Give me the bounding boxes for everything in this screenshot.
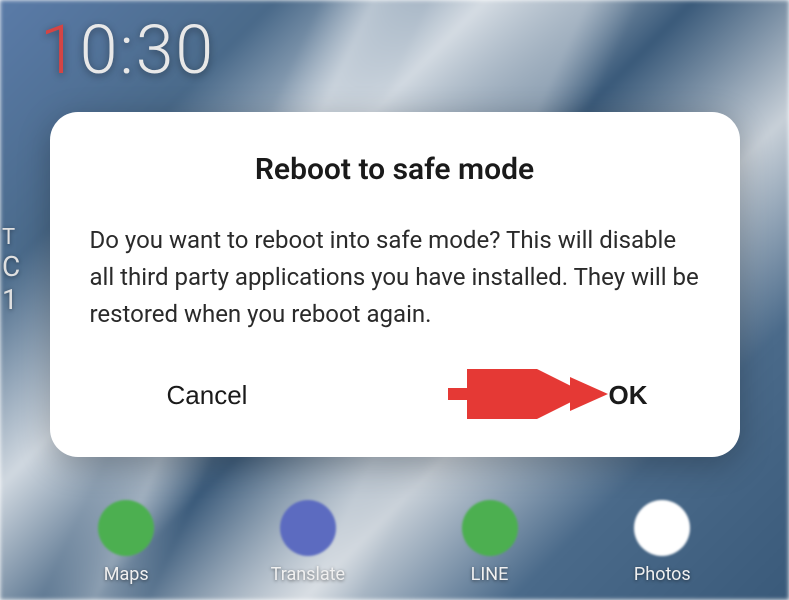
dialog-body: Do you want to reboot into safe mode? Th… xyxy=(90,222,700,334)
line-icon xyxy=(462,500,518,556)
app-dock: Maps Translate LINE Photos xyxy=(0,500,789,585)
app-label-line: LINE xyxy=(471,564,509,585)
maps-icon xyxy=(98,500,154,556)
ok-button[interactable]: OK xyxy=(597,374,660,417)
app-item-translate[interactable]: Translate xyxy=(271,500,345,585)
clock-hour-first: 1 xyxy=(40,10,80,90)
clock-rest: 0:30 xyxy=(80,10,215,90)
side-partial-text: T C 1 xyxy=(2,225,20,316)
app-label-maps: Maps xyxy=(104,564,149,585)
safe-mode-dialog: Reboot to safe mode Do you want to reboo… xyxy=(50,112,740,457)
translate-icon xyxy=(280,500,336,556)
app-item-photos[interactable]: Photos xyxy=(634,500,691,585)
app-item-maps[interactable]: Maps xyxy=(98,500,154,585)
dialog-actions: Cancel OK xyxy=(90,374,700,427)
app-label-translate: Translate xyxy=(271,564,345,585)
dialog-title: Reboot to safe mode xyxy=(90,152,700,187)
app-item-line[interactable]: LINE xyxy=(462,500,518,585)
cancel-button[interactable]: Cancel xyxy=(155,374,260,417)
status-clock: 10:30 xyxy=(40,10,215,90)
photos-icon xyxy=(634,500,690,556)
app-label-photos: Photos xyxy=(634,564,691,585)
